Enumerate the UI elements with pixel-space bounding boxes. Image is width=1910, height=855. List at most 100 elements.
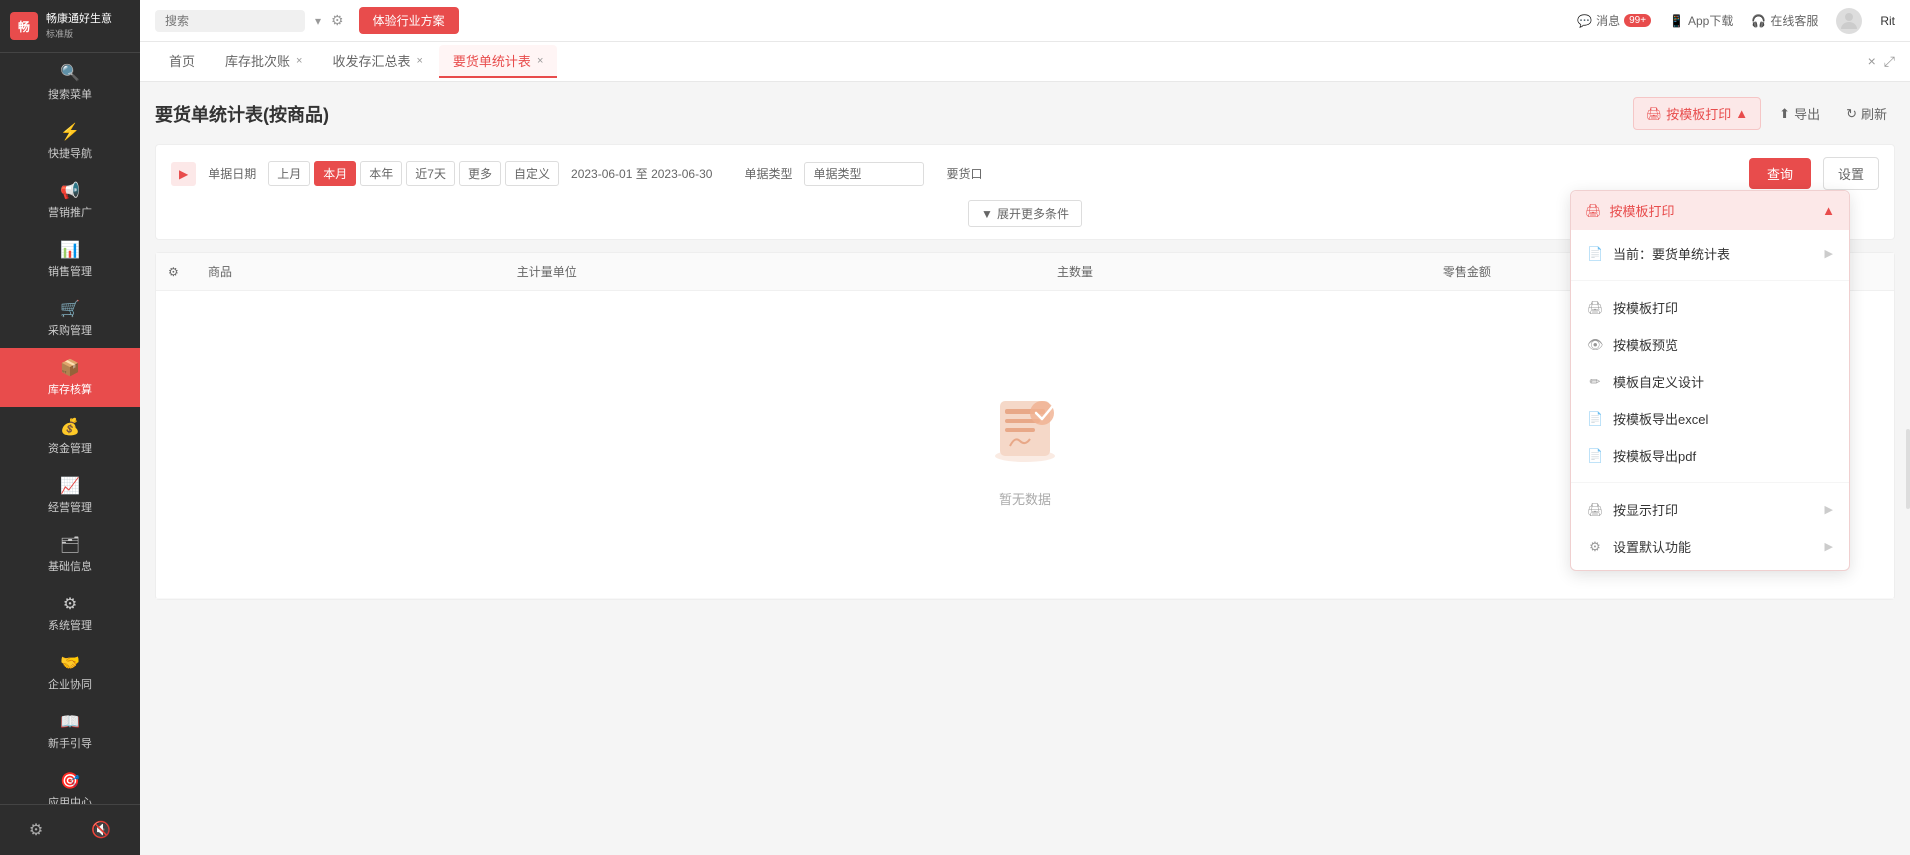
dropdown-item-display-print[interactable]: 🖨 按显示打印 ▶: [1571, 491, 1849, 528]
filter-row: ▶ 单据日期 上月 本月 本年 近7天 更多 自定义 2023-06-01 至 …: [171, 157, 1879, 190]
th-goods: 商品: [196, 253, 505, 291]
set-default-icon: ⚙: [1587, 539, 1603, 555]
marketing-icon: 📢: [60, 181, 80, 201]
sidebar-item-basic[interactable]: 🗂 基础信息: [0, 525, 140, 584]
tab-inventory-batch[interactable]: 库存批次账 ×: [211, 45, 316, 78]
export-button[interactable]: ⬆ 导出: [1771, 100, 1828, 127]
main-content: ▾ ⚙ 体验行业方案 💬 消息 99+ 📱 App下载 🎧 在线客服 Rit: [140, 0, 1910, 855]
sidebar-menu: 🔍 搜索菜单 ⚡ 快捷导航 📢 营销推广 📊 销售管理 🛒 采购管理 📦 库存核…: [0, 53, 140, 804]
headset-icon: 🎧: [1751, 14, 1766, 28]
refresh-button[interactable]: ↻ 刷新: [1838, 100, 1895, 127]
settings-bottom-icon[interactable]: ⚙: [24, 815, 48, 845]
tab-close-inventory-batch[interactable]: ×: [296, 55, 302, 67]
sidebar-item-system[interactable]: ⚙ 系统管理: [0, 584, 140, 643]
tab-close-order-stats[interactable]: ×: [537, 55, 543, 67]
search-input[interactable]: [155, 10, 305, 32]
page-actions: 🖨 按模板打印 ▲ ⬆ 导出 ↻ 刷新: [1633, 97, 1895, 130]
close-window-icon[interactable]: ×: [1868, 53, 1876, 70]
date-btn-prev-month[interactable]: 上月: [268, 161, 310, 186]
message-item[interactable]: 💬 消息 99+: [1577, 12, 1651, 29]
date-btn-more[interactable]: 更多: [459, 161, 501, 186]
page-content: 要货单统计表(按商品) 🖨 按模板打印 ▲ ⬆ 导出 ↻ 刷新: [140, 82, 1910, 855]
sidebar-item-purchase[interactable]: 🛒 采购管理: [0, 289, 140, 348]
sidebar-item-marketing[interactable]: 📢 营销推广: [0, 171, 140, 230]
operation-icon: 📈: [60, 476, 80, 496]
print-template-button[interactable]: 🖨 按模板打印 ▲: [1633, 97, 1761, 130]
avatar[interactable]: [1836, 8, 1862, 34]
topbar: ▾ ⚙ 体验行业方案 💬 消息 99+ 📱 App下载 🎧 在线客服 Rit: [140, 0, 1910, 42]
app-download-item[interactable]: 📱 App下载: [1669, 12, 1733, 29]
column-settings-icon[interactable]: ⚙: [168, 265, 179, 279]
type-select[interactable]: 单据类型: [804, 162, 924, 186]
collab-icon: 🤝: [60, 653, 80, 673]
inventory-icon: 📦: [60, 358, 80, 378]
topbar-gear-icon[interactable]: ⚙: [331, 12, 344, 29]
dropdown-item-template-excel[interactable]: 📄 按模板导出excel: [1571, 400, 1849, 437]
date-btn-7days[interactable]: 近7天: [406, 161, 455, 186]
print-chevron-up-icon: ▲: [1735, 106, 1748, 121]
sales-icon: 📊: [60, 240, 80, 260]
empty-illustration: [980, 381, 1070, 474]
sidebar-item-appstore[interactable]: 🎯 应用中心: [0, 761, 140, 804]
logo-icon: 畅: [10, 12, 38, 40]
dropdown-item-template-preview[interactable]: 👁 按模板预览: [1571, 326, 1849, 363]
date-buttons: 上月 本月 本年 近7天 更多 自定义: [268, 161, 559, 186]
guide-icon: 📖: [60, 712, 80, 732]
scrollbar[interactable]: [1906, 429, 1910, 509]
tabs-bar: 首页 库存批次账 × 收发存汇总表 × 要货单统计表 × × ⤢: [140, 42, 1910, 82]
customer-service-item[interactable]: 🎧 在线客服: [1751, 12, 1818, 29]
export-icon: ⬆: [1779, 106, 1790, 122]
sidebar-item-search[interactable]: 🔍 搜索菜单: [0, 53, 140, 112]
sidebar-item-finance[interactable]: 💰 资金管理: [0, 407, 140, 466]
sidebar-item-operation[interactable]: 📈 经营管理: [0, 466, 140, 525]
expand-icon: ▼: [981, 207, 993, 221]
expand-more-btn[interactable]: ▼ 展开更多条件: [968, 200, 1082, 227]
dropdown-section-display: 🖨 按显示打印 ▶ ⚙ 设置默认功能 ▶: [1571, 486, 1849, 570]
filter-expand-left-btn[interactable]: ▶: [171, 162, 196, 186]
template-design-icon: ✏: [1587, 374, 1603, 390]
date-btn-current-year[interactable]: 本年: [360, 161, 402, 186]
empty-svg: [980, 381, 1070, 471]
tab-close-receipt-summary[interactable]: ×: [416, 55, 422, 67]
current-template-icon: 📄: [1587, 246, 1603, 262]
trial-button[interactable]: 体验行业方案: [359, 7, 459, 34]
tabs-actions: × ⤢: [1868, 53, 1895, 70]
sidebar-item-quick-nav[interactable]: ⚡ 快捷导航: [0, 112, 140, 171]
settings-button[interactable]: 设置: [1823, 157, 1879, 190]
message-icon: 💬: [1577, 14, 1592, 28]
purchase-icon: 🛒: [60, 299, 80, 319]
query-button[interactable]: 查询: [1749, 158, 1811, 189]
date-range-display: 2023-06-01 至 2023-06-30: [571, 165, 712, 182]
date-btn-custom[interactable]: 自定义: [505, 161, 559, 186]
username-label: Rit: [1880, 14, 1895, 28]
quick-nav-icon: ⚡: [60, 122, 80, 142]
tab-home[interactable]: 首页: [155, 45, 209, 78]
maximize-window-icon[interactable]: ⤢: [1884, 53, 1895, 70]
date-btn-current-month[interactable]: 本月: [314, 161, 356, 186]
sidebar-item-guide[interactable]: 📖 新手引导: [0, 702, 140, 761]
app-name: 畅康通好生意: [46, 12, 112, 26]
tab-order-stats[interactable]: 要货单统计表 ×: [439, 45, 557, 78]
dropdown-item-set-default[interactable]: ⚙ 设置默认功能 ▶: [1571, 528, 1849, 565]
tab-receipt-summary[interactable]: 收发存汇总表 ×: [318, 45, 436, 78]
dropdown-item-template-print[interactable]: 🖨 按模板打印: [1571, 289, 1849, 326]
dropdown-collapse-icon[interactable]: ▲: [1822, 203, 1835, 218]
template-excel-icon: 📄: [1587, 411, 1603, 427]
dropdown-item-template-design[interactable]: ✏ 模板自定义设计: [1571, 363, 1849, 400]
avatar-img: [1837, 9, 1861, 33]
app-logo: 畅 畅康通好生意 标准版: [0, 0, 140, 53]
dropdown-item-template-pdf[interactable]: 📄 按模板导出pdf: [1571, 437, 1849, 474]
print-dropdown-menu: 🖨 按模板打印 ▲ 📄 当前：要货单统计表 ▶ 🖨 按模板打印: [1570, 190, 1850, 571]
sound-icon[interactable]: 🔇: [86, 815, 116, 845]
app-download-icon: 📱: [1669, 14, 1684, 28]
dropdown-divider-1: [1571, 280, 1849, 281]
type-select-wrapper: 单据类型: [804, 162, 924, 186]
dropdown-item-current[interactable]: 📄 当前：要货单统计表 ▶: [1571, 235, 1849, 272]
basic-icon: 🗂: [60, 535, 80, 555]
sidebar-item-sales[interactable]: 📊 销售管理: [0, 230, 140, 289]
search-dropdown-icon[interactable]: ▾: [315, 14, 321, 28]
sidebar-item-collab[interactable]: 🤝 企业协同: [0, 643, 140, 702]
template-preview-icon: 👁: [1587, 337, 1603, 353]
search-icon: 🔍: [60, 63, 80, 83]
sidebar-item-inventory[interactable]: 📦 库存核算: [0, 348, 140, 407]
